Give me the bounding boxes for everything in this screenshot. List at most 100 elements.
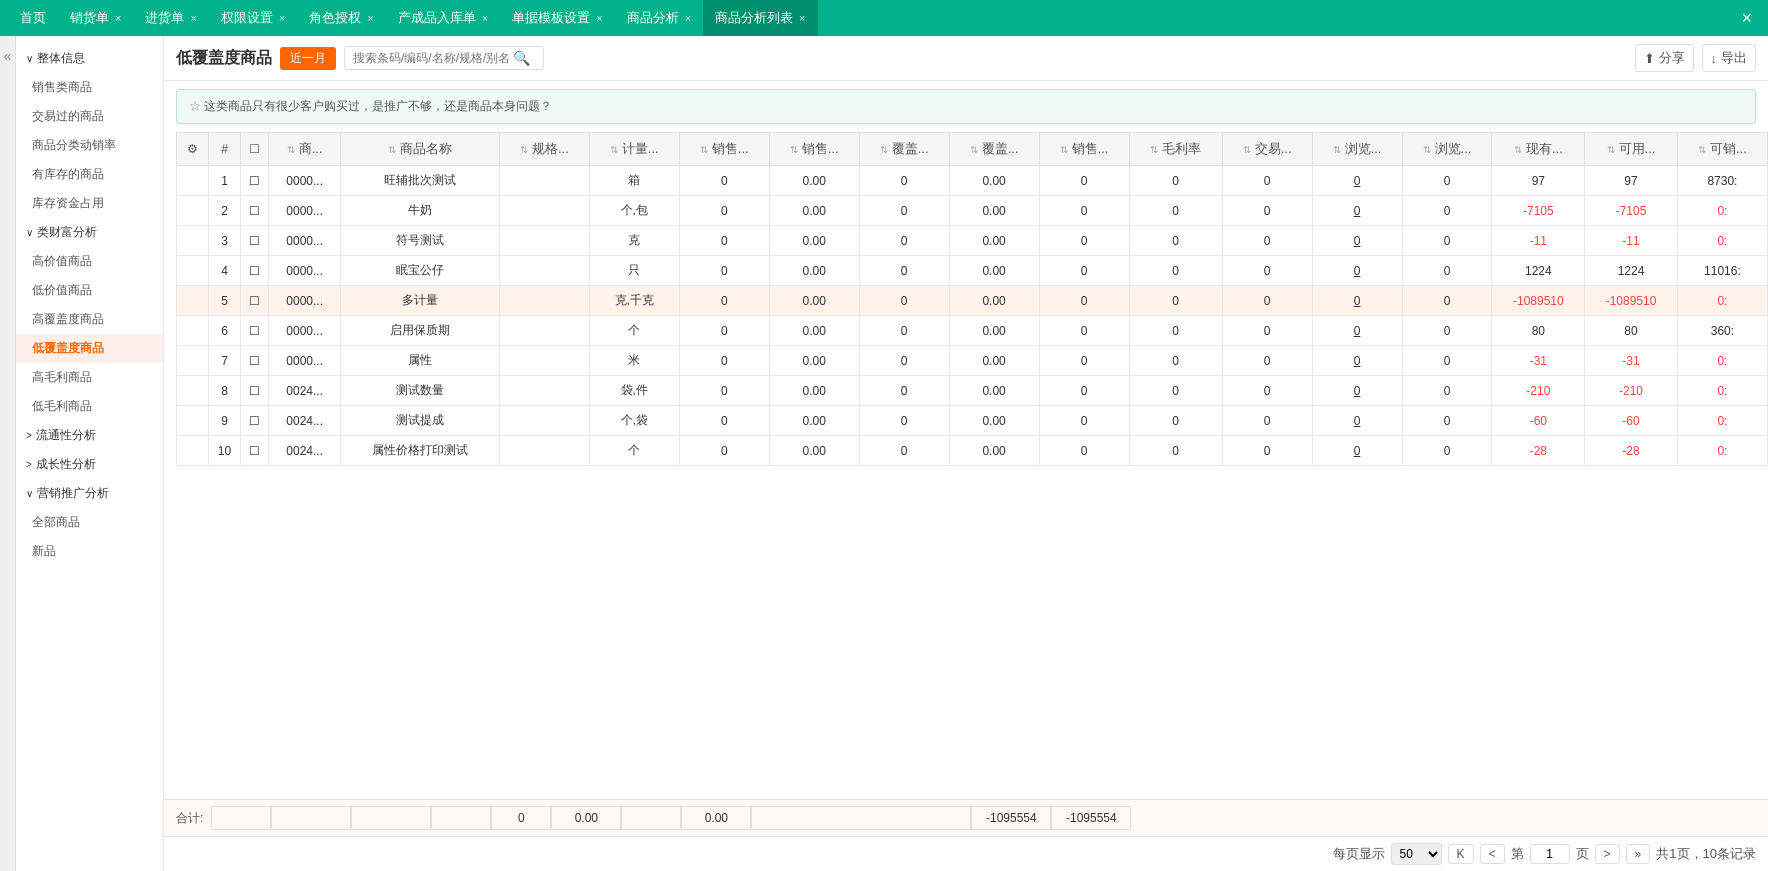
sidebar-item-low-coverage[interactable]: 低覆盖度商品 <box>16 334 163 363</box>
last-page-button[interactable]: » <box>1626 844 1651 864</box>
page-input[interactable] <box>1530 844 1570 864</box>
sidebar-section-wealth[interactable]: ∨ 类财富分析 <box>16 218 163 247</box>
close-icon[interactable]: × <box>367 12 373 24</box>
th-current[interactable]: ⇅现有... <box>1492 133 1585 166</box>
td-check[interactable]: ☐ <box>241 226 269 256</box>
th-trade[interactable]: ⇅交易... <box>1222 133 1312 166</box>
share-button[interactable]: ⬆ 分享 <box>1635 44 1694 72</box>
first-page-button[interactable]: K <box>1448 844 1474 864</box>
td-check[interactable]: ☐ <box>241 196 269 226</box>
sidebar-section-overview[interactable]: ∨ 整体信息 <box>16 44 163 73</box>
sidebar-item-stock-capital[interactable]: 库存资金占用 <box>16 189 163 218</box>
close-icon[interactable]: × <box>279 12 285 24</box>
sidebar-toggle[interactable]: « <box>0 36 16 871</box>
nav-home[interactable]: 首页 <box>8 0 58 36</box>
td-browse1[interactable]: 0 <box>1312 256 1402 286</box>
td-browse1[interactable]: 0 <box>1312 346 1402 376</box>
td-check[interactable]: ☐ <box>241 346 269 376</box>
th-sales1[interactable]: ⇅销售... <box>679 133 769 166</box>
th-sales3[interactable]: ⇅销售... <box>1039 133 1129 166</box>
th-unit[interactable]: ⇅计量... <box>589 133 679 166</box>
close-icon[interactable]: × <box>482 12 488 24</box>
sidebar-item-sales-goods[interactable]: 销售类商品 <box>16 73 163 102</box>
window-close-button[interactable]: × <box>1733 8 1760 29</box>
sidebar-item-category-rate[interactable]: 商品分类动销率 <box>16 131 163 160</box>
th-browse1[interactable]: ⇅浏览... <box>1312 133 1402 166</box>
close-icon[interactable]: × <box>596 12 602 24</box>
td-check[interactable]: ☐ <box>241 436 269 466</box>
search-input[interactable] <box>353 51 513 65</box>
nav-role-auth[interactable]: 角色授权 × <box>297 0 385 36</box>
th-sales2[interactable]: ⇅销售... <box>769 133 859 166</box>
export-button[interactable]: ↓ 导出 <box>1702 44 1757 72</box>
td-cover1: 0 <box>859 406 949 436</box>
td-unit: 克,千克 <box>589 286 679 316</box>
close-icon[interactable]: × <box>190 12 196 24</box>
th-saleable[interactable]: ⇅可销... <box>1677 133 1767 166</box>
th-spec[interactable]: ⇅规格... <box>499 133 589 166</box>
td-check[interactable]: ☐ <box>241 406 269 436</box>
td-browse1[interactable]: 0 <box>1312 316 1402 346</box>
td-browse1[interactable]: 0 <box>1312 226 1402 256</box>
td-browse2: 0 <box>1402 316 1492 346</box>
period-button[interactable]: 近一月 <box>280 47 336 70</box>
sidebar-section-marketing[interactable]: ∨ 营销推广分析 <box>16 479 163 508</box>
nav-product-analysis-list[interactable]: 商品分析列表 × <box>703 0 817 36</box>
nav-purchase-order[interactable]: 进货单 × <box>133 0 208 36</box>
td-check[interactable]: ☐ <box>241 286 269 316</box>
sidebar-item-traded-goods[interactable]: 交易过的商品 <box>16 102 163 131</box>
td-browse1[interactable]: 0 <box>1312 196 1402 226</box>
next-page-button[interactable]: > <box>1595 844 1620 864</box>
th-check[interactable]: ☐ <box>241 133 269 166</box>
sidebar-item-new-goods[interactable]: 新品 <box>16 537 163 566</box>
th-margin[interactable]: ⇅毛利率 <box>1129 133 1222 166</box>
td-check[interactable]: ☐ <box>241 316 269 346</box>
td-browse1[interactable]: 0 <box>1312 436 1402 466</box>
sidebar-item-in-stock[interactable]: 有库存的商品 <box>16 160 163 189</box>
td-check[interactable]: ☐ <box>241 166 269 196</box>
td-browse1[interactable]: 0 <box>1312 406 1402 436</box>
td-check[interactable]: ☐ <box>241 256 269 286</box>
close-icon[interactable]: × <box>685 12 691 24</box>
nav-product-analysis[interactable]: 商品分析 × <box>615 0 703 36</box>
th-browse2[interactable]: ⇅浏览... <box>1402 133 1492 166</box>
table-row: 5 ☐ 0000... 多计量 克,千克 0 0.00 0 0.00 0 0 0… <box>177 286 1768 316</box>
arrow-icon: ∨ <box>26 488 33 499</box>
td-cover1: 0 <box>859 376 949 406</box>
sidebar-section-growth[interactable]: > 成长性分析 <box>16 450 163 479</box>
nav-product-storage[interactable]: 产成品入库单 × <box>386 0 500 36</box>
close-icon[interactable]: × <box>799 12 805 24</box>
close-icon[interactable]: × <box>115 12 121 24</box>
search-icon[interactable]: 🔍 <box>513 50 530 66</box>
nav-permission-settings[interactable]: 权限设置 × <box>209 0 297 36</box>
td-cover2: 0.00 <box>949 286 1039 316</box>
td-trade: 0 <box>1222 376 1312 406</box>
th-name[interactable]: ⇅商品名称 <box>341 133 500 166</box>
th-cover2[interactable]: ⇅覆盖... <box>949 133 1039 166</box>
th-available[interactable]: ⇅可用... <box>1585 133 1678 166</box>
sidebar-item-high-coverage[interactable]: 高覆盖度商品 <box>16 305 163 334</box>
td-sales3: 0 <box>1039 346 1129 376</box>
td-spec <box>499 286 589 316</box>
th-settings[interactable]: ⚙ <box>177 133 209 166</box>
sidebar-item-high-margin[interactable]: 高毛利商品 <box>16 363 163 392</box>
td-sales1: 0 <box>679 286 769 316</box>
sidebar-item-all-goods[interactable]: 全部商品 <box>16 508 163 537</box>
td-browse1[interactable]: 0 <box>1312 166 1402 196</box>
th-code[interactable]: ⇅商... <box>269 133 341 166</box>
th-cover1[interactable]: ⇅覆盖... <box>859 133 949 166</box>
td-sales1: 0 <box>679 436 769 466</box>
sidebar-item-high-value[interactable]: 高价值商品 <box>16 247 163 276</box>
td-browse1[interactable]: 0 <box>1312 286 1402 316</box>
sidebar-item-low-value[interactable]: 低价值商品 <box>16 276 163 305</box>
td-unit: 个 <box>589 436 679 466</box>
sidebar-item-low-margin[interactable]: 低毛利商品 <box>16 392 163 421</box>
per-page-select[interactable]: 50 10 20 100 <box>1391 843 1442 865</box>
td-check[interactable]: ☐ <box>241 376 269 406</box>
prev-page-button[interactable]: < <box>1480 844 1505 864</box>
td-num: 4 <box>209 256 241 286</box>
td-browse1[interactable]: 0 <box>1312 376 1402 406</box>
nav-template-settings[interactable]: 单据模板设置 × <box>500 0 614 36</box>
sidebar-section-liquidity[interactable]: > 流通性分析 <box>16 421 163 450</box>
nav-sales-order[interactable]: 销货单 × <box>58 0 133 36</box>
